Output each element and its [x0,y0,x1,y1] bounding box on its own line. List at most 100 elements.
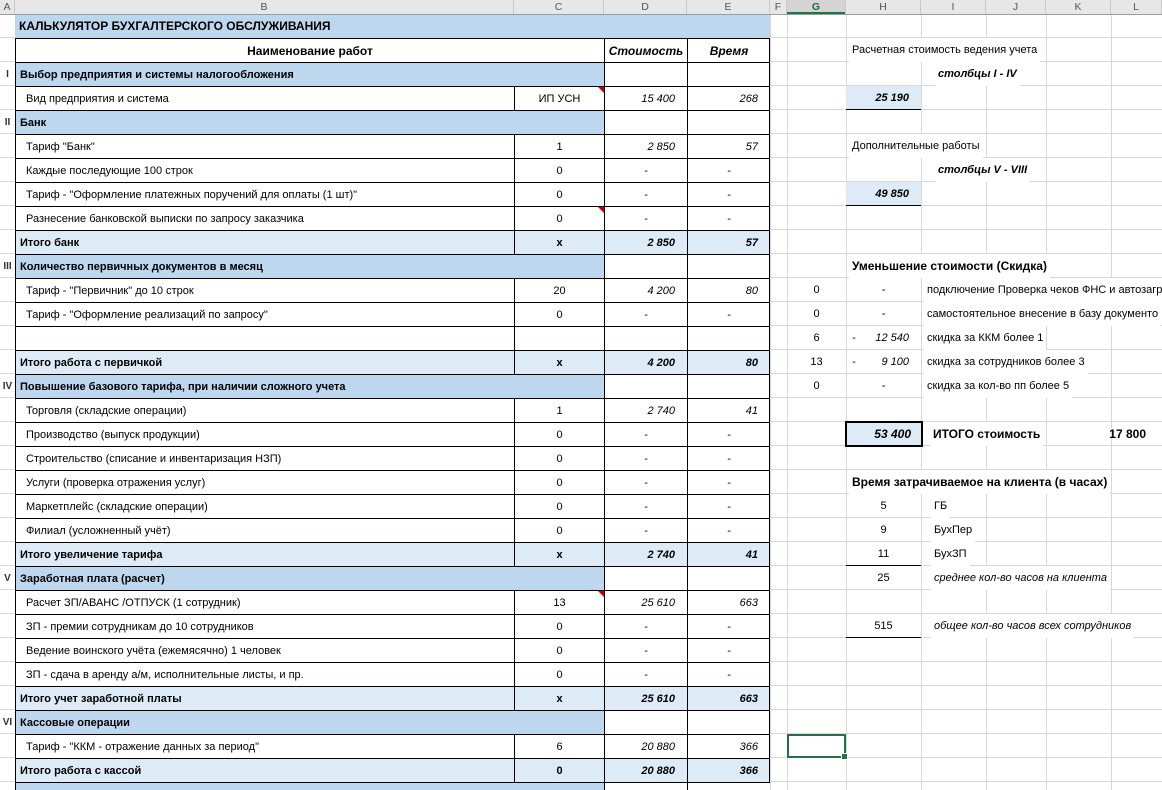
column-header-F[interactable]: F [770,0,787,14]
total-time[interactable]: 57 [687,230,770,254]
cell-cost[interactable] [604,326,687,350]
cell-label[interactable]: Тариф "Банк" [15,134,514,158]
cell-label[interactable]: Тариф - "Оформление реализаций по запрос… [15,302,514,326]
column-header-C[interactable]: C [514,0,604,14]
cell-qty[interactable]: 13 [514,590,604,614]
cell-time[interactable]: 268 [687,86,770,110]
section-header-cell[interactable]: Банк [15,110,604,134]
time-value[interactable]: 5 [846,494,921,518]
cell-time[interactable] [687,566,770,590]
total-cost[interactable]: 25 610 [604,686,687,710]
cell-time[interactable]: - [687,446,770,470]
cell-cost[interactable]: - [604,158,687,182]
discount-value[interactable]: - [846,278,921,302]
cell-qty[interactable]: 0 [514,494,604,518]
column-header-L[interactable]: L [1111,0,1162,14]
cell-qty[interactable]: 0 [514,158,604,182]
cell-qty[interactable]: ИП УСН [514,86,604,110]
cell-cost[interactable] [604,710,687,734]
cell-label[interactable]: Строительство (списание и инвентаризация… [15,446,514,470]
grand-total-cell[interactable]: 53 400 [845,421,923,447]
total-time[interactable]: 663 [687,686,770,710]
total-time[interactable]: 80 [687,350,770,374]
time-value[interactable]: 515 [846,614,921,638]
cell-label[interactable]: Каждые последующие 100 строк [15,158,514,182]
total-time[interactable]: 41 [687,542,770,566]
calc-value-cell[interactable]: 25 190 [846,86,921,110]
cell-time[interactable]: - [687,182,770,206]
cell-time[interactable] [687,110,770,134]
cell-time[interactable]: 80 [687,278,770,302]
cell-time[interactable]: - [687,494,770,518]
discount-qty[interactable]: 13 [787,350,846,374]
cell-time[interactable]: 663 [687,590,770,614]
cell-cost[interactable]: 4 200 [604,278,687,302]
cell-time[interactable]: - [687,158,770,182]
cell-time[interactable] [687,326,770,350]
cell-qty[interactable]: 0 [514,662,604,686]
cell-cost[interactable]: - [604,206,687,230]
cell-qty[interactable]: 0 [514,518,604,542]
cell-cost[interactable]: 25 610 [604,590,687,614]
cell-cost[interactable]: 15 400 [604,86,687,110]
cell-qty[interactable]: 0 [514,470,604,494]
cell-time[interactable]: 41 [687,398,770,422]
total-qty[interactable]: x [514,686,604,710]
active-cell[interactable] [787,734,848,760]
cell-time[interactable] [687,254,770,278]
total-cost[interactable]: 4 200 [604,350,687,374]
cell-label[interactable]: ЗП - премии сотрудникам до 10 сотруднико… [15,614,514,638]
cell-time[interactable]: - [687,422,770,446]
cell-time[interactable] [687,62,770,86]
cell-time[interactable] [687,374,770,398]
cell-qty[interactable]: 0 [514,182,604,206]
cell-qty[interactable] [514,326,604,350]
cell-label[interactable]: Филиал (усложненный учёт) [15,518,514,542]
total-qty[interactable]: 0 [514,758,604,782]
cell-label[interactable]: Расчет ЗП/АВАНС /ОТПУСК (1 сотрудник) [15,590,514,614]
time-value[interactable]: 11 [846,542,921,566]
cell-label[interactable]: Услуги (проверка отражения услуг) [15,470,514,494]
column-header-J[interactable]: J [986,0,1046,14]
cell-time[interactable]: - [687,614,770,638]
column-header-G[interactable]: G [787,0,846,14]
cell-time[interactable]: 57 [687,134,770,158]
cell-cost[interactable]: 2 850 [604,134,687,158]
cell-time[interactable]: - [687,662,770,686]
cell-qty[interactable]: 0 [514,446,604,470]
column-header-A[interactable]: A [0,0,15,14]
cell-label[interactable]: Тариф - "Первичник" до 10 строк [15,278,514,302]
section-header-cell[interactable]: Повышение базового тарифа, при наличии с… [15,374,604,398]
cell-label[interactable]: Разнесение банковской выписки по запросу… [15,206,514,230]
cell-qty[interactable]: 6 [514,734,604,758]
total-cost[interactable]: 2 740 [604,542,687,566]
cell-cost[interactable] [604,110,687,134]
cell-cost[interactable]: - [604,470,687,494]
cell-cost[interactable]: - [604,518,687,542]
discount-qty[interactable]: 0 [787,278,846,302]
time-value[interactable]: 25 [846,566,921,590]
cell-label[interactable]: Производство (выпуск продукции) [15,422,514,446]
cell-label[interactable]: Вид предприятия и система [15,86,514,110]
total-qty[interactable]: x [514,542,604,566]
cell-label[interactable]: Ведение воинского учёта (ежемясячно) 1 ч… [15,638,514,662]
cell-qty[interactable]: 1 [514,398,604,422]
column-header-H[interactable]: H [846,0,921,14]
column-header-B[interactable]: B [15,0,514,14]
cell-cost[interactable] [604,62,687,86]
total-qty[interactable]: x [514,230,604,254]
cell-cost[interactable]: - [604,302,687,326]
cell-label[interactable]: Торговля (складские операции) [15,398,514,422]
cell-cost[interactable]: - [604,662,687,686]
section-header-cell[interactable]: Заработная плата (расчет) [15,566,604,590]
cell-cost[interactable]: - [604,446,687,470]
cell-qty[interactable]: 0 [514,422,604,446]
total-label[interactable]: Итого увеличение тарифа [15,542,514,566]
cell-label[interactable]: Тариф - "Оформление платежных поручений … [15,182,514,206]
cell-time[interactable]: - [687,302,770,326]
cell-qty[interactable]: 0 [514,638,604,662]
cell-time[interactable]: 366 [687,734,770,758]
discount-value[interactable]: 9 100- [846,350,921,374]
total-label[interactable]: Итого банк [15,230,514,254]
column-header-I[interactable]: I [921,0,986,14]
